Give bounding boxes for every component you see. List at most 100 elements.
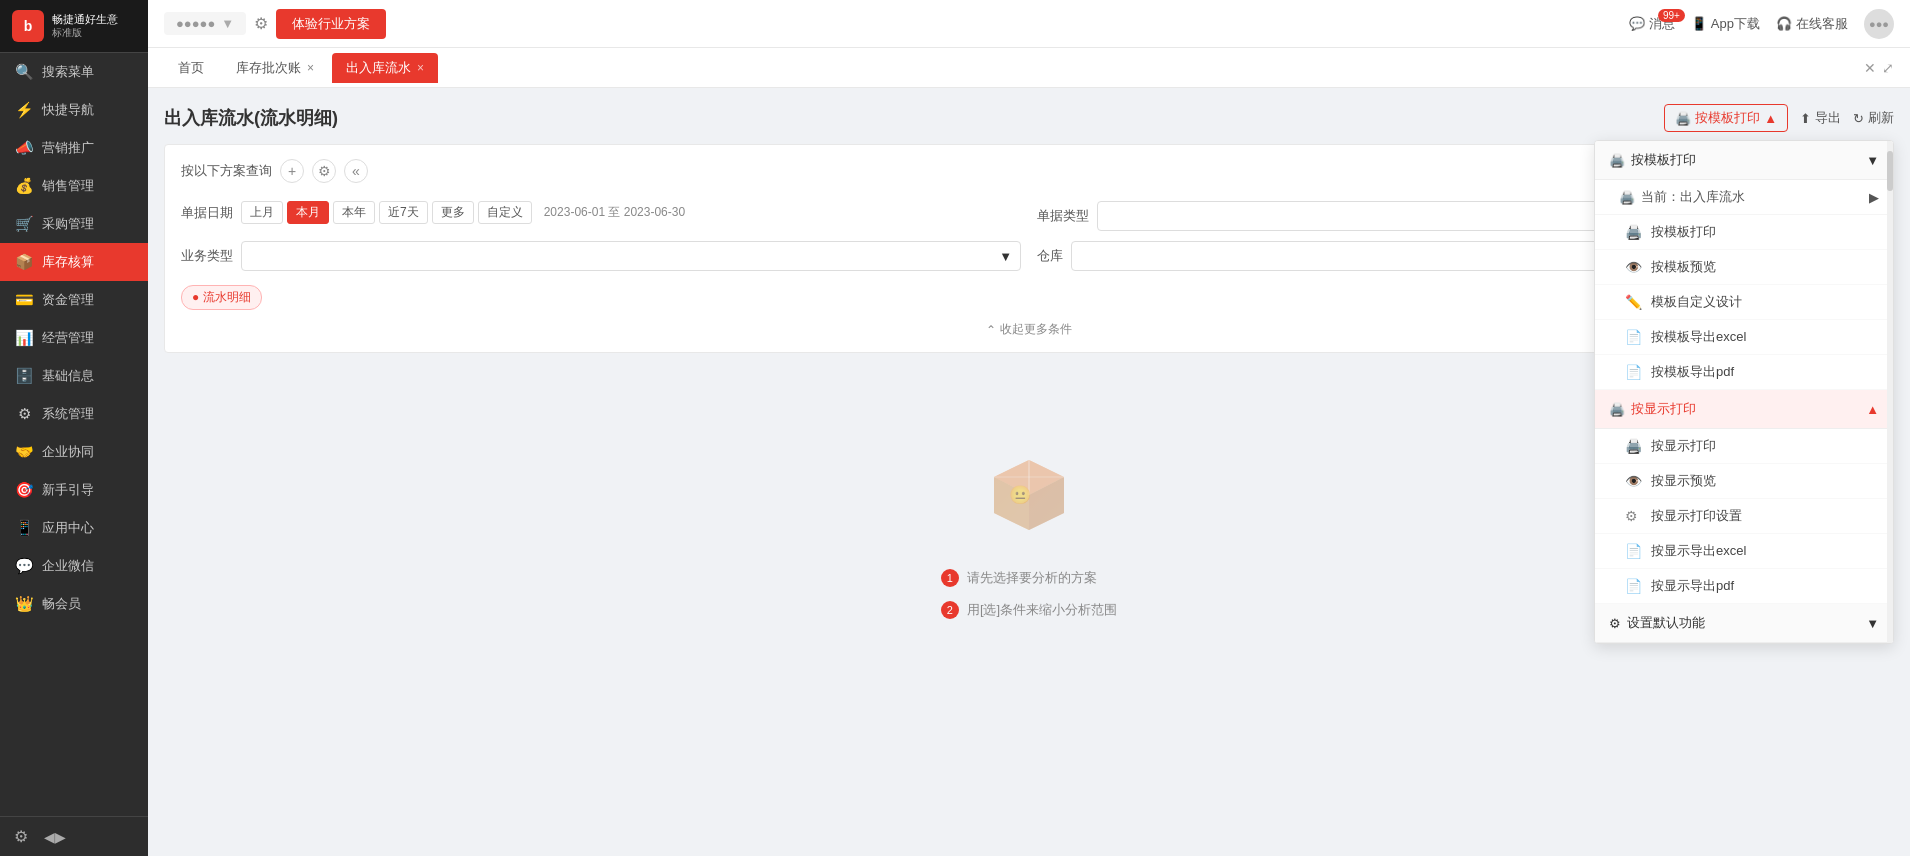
template-print-label: 按模板打印 (1695, 109, 1760, 127)
user-avatar[interactable]: ●●● (1864, 9, 1894, 39)
sidebar-item-marketing[interactable]: 📣 营销推广 (0, 129, 148, 167)
date-btn-7days[interactable]: 近7天 (379, 201, 428, 224)
display-export-excel-item[interactable]: 📄 按显示导出excel (1595, 534, 1893, 569)
dropdown-scrollbar-thumb[interactable] (1887, 151, 1893, 191)
page-actions: 🖨️ 按模板打印 ▲ ⬆ 导出 ↻ 刷新 (1664, 104, 1894, 132)
tab-stock-flow-close[interactable]: × (417, 61, 424, 75)
app-edition: 标准版 (52, 26, 118, 40)
template-export-excel-item[interactable]: 📄 按模板导出excel (1595, 320, 1893, 355)
filter-gear-btn[interactable]: ⚙ (312, 159, 336, 183)
display-print-item[interactable]: 🖨️ 按显示打印 (1595, 429, 1893, 464)
online-service-item[interactable]: 🎧 在线客服 (1776, 15, 1848, 33)
sidebar-item-sales[interactable]: 💰 销售管理 (0, 167, 148, 205)
sidebar-item-search[interactable]: 🔍 搜索菜单 (0, 53, 148, 91)
member-icon: 👑 (14, 595, 34, 613)
sidebar-item-guide[interactable]: 🎯 新手引导 (0, 471, 148, 509)
flow-detail-tag[interactable]: ● 流水明细 (181, 285, 262, 310)
date-btn-this-month[interactable]: 本月 (287, 201, 329, 224)
phone-icon: 📱 (1691, 16, 1707, 31)
sidebar-label-member: 畅会员 (42, 595, 81, 613)
collapse-more-label: 收起更多条件 (1000, 321, 1072, 338)
filter-add-btn[interactable]: + (280, 159, 304, 183)
topbar-user-area[interactable]: ●●●●● ▼ (164, 12, 246, 35)
template-preview-item-label: 按模板预览 (1651, 258, 1716, 276)
guide-icon: 🎯 (14, 481, 34, 499)
sidebar-item-appcenter[interactable]: 📱 应用中心 (0, 509, 148, 547)
finance-icon: 💳 (14, 291, 34, 309)
sidebar-item-collab[interactable]: 🤝 企业协同 (0, 433, 148, 471)
page-title: 出入库流水(流水明细) (164, 106, 338, 130)
sidebar-label-weixin: 企业微信 (42, 557, 94, 575)
date-btn-last-month[interactable]: 上月 (241, 201, 283, 224)
window-maximize-icon[interactable]: ⤢ (1882, 60, 1894, 76)
template-preview-item[interactable]: 👁️ 按模板预览 (1595, 250, 1893, 285)
sidebar-item-quicknav[interactable]: ⚡ 快捷导航 (0, 91, 148, 129)
export-btn[interactable]: ⬆ 导出 (1800, 109, 1841, 127)
template-export-excel-icon: 📄 (1625, 329, 1643, 345)
topbar-left: ●●●●● ▼ ⚙ 体验行业方案 (164, 9, 1617, 39)
message-badge-item[interactable]: 💬 消息 99+ (1629, 15, 1675, 33)
tip-item-1: 1 请先选择要分析的方案 (941, 565, 1117, 591)
sidebar-label-collab: 企业协同 (42, 443, 94, 461)
topbar-gear-icon[interactable]: ⚙ (254, 14, 268, 33)
template-print-section-label: 按模板打印 (1631, 151, 1696, 169)
export-label: 导出 (1815, 109, 1841, 127)
dropdown-scrollbar[interactable] (1887, 141, 1893, 643)
sidebar-label-operations: 经营管理 (42, 329, 94, 347)
tab-inventory-batch-close[interactable]: × (307, 61, 314, 75)
sidebar-item-weixin[interactable]: 💬 企业微信 (0, 547, 148, 585)
sidebar-item-finance[interactable]: 💳 资金管理 (0, 281, 148, 319)
sidebar-item-inventory[interactable]: 📦 库存核算 (0, 243, 148, 281)
date-btn-this-year[interactable]: 本年 (333, 201, 375, 224)
template-export-pdf-item[interactable]: 📄 按模板导出pdf (1595, 355, 1893, 390)
tab-stock-flow[interactable]: 出入库流水 × (332, 53, 438, 83)
window-close-icon[interactable]: ✕ (1864, 60, 1876, 76)
template-print-section-header[interactable]: 🖨️ 按模板打印 ▼ (1595, 141, 1893, 180)
sidebar-item-system[interactable]: ⚙ 系统管理 (0, 395, 148, 433)
template-preview-item-icon: 👁️ (1625, 259, 1643, 275)
sidebar-label-search: 搜索菜单 (42, 63, 94, 81)
date-btn-custom[interactable]: 自定义 (478, 201, 532, 224)
collab-icon: 🤝 (14, 443, 34, 461)
template-print-btn[interactable]: 🖨️ 按模板打印 ▲ (1664, 104, 1788, 132)
template-custom-item[interactable]: ✏️ 模板自定义设计 (1595, 285, 1893, 320)
display-export-pdf-item[interactable]: 📄 按显示导出pdf (1595, 569, 1893, 604)
marketing-icon: 📣 (14, 139, 34, 157)
date-btn-more[interactable]: 更多 (432, 201, 474, 224)
sidebar-item-operations[interactable]: 📊 经营管理 (0, 319, 148, 357)
sidebar-item-member[interactable]: 👑 畅会员 (0, 585, 148, 623)
template-export-excel-label: 按模板导出excel (1651, 328, 1746, 346)
filter-collapse-btn[interactable]: « (344, 159, 368, 183)
trial-btn[interactable]: 体验行业方案 (276, 9, 386, 39)
template-custom-item-label: 模板自定义设计 (1651, 293, 1742, 311)
display-preview-item[interactable]: 👁️ 按显示预览 (1595, 464, 1893, 499)
doc-type-label: 单据类型 (1037, 207, 1089, 225)
search-icon: 🔍 (14, 63, 34, 81)
tabbar: 首页 库存批次账 × 出入库流水 × ✕ ⤢ (148, 48, 1910, 88)
display-print-settings-item[interactable]: ⚙ 按显示打印设置 (1595, 499, 1893, 534)
tab-home[interactable]: 首页 (164, 53, 218, 83)
filter-label-row: 按以下方案查询 + ⚙ « (181, 159, 368, 183)
sidebar-label-system: 系统管理 (42, 405, 94, 423)
tab-inventory-batch[interactable]: 库存批次账 × (222, 53, 328, 83)
current-template-row[interactable]: 🖨️ 当前：出入库流水 ▶ (1595, 180, 1893, 215)
add-icon: + (288, 163, 296, 179)
display-print-section-header[interactable]: 🖨️ 按显示打印 ▲ (1595, 390, 1893, 429)
settings-gear-icon[interactable]: ⚙ (14, 827, 28, 846)
template-print-section-arrow: ▼ (1866, 153, 1879, 168)
sidebar-item-basicinfo[interactable]: 🗄️ 基础信息 (0, 357, 148, 395)
collapse-arrow-icon: « (352, 163, 360, 179)
biz-type-select[interactable]: ▼ (241, 241, 1021, 271)
date-filter-group: 单据日期 上月 本月 本年 近7天 更多 自定义 2023-06-01 至 20… (181, 201, 1021, 224)
app-download-item[interactable]: 📱 App下载 (1691, 15, 1760, 33)
operations-icon: 📊 (14, 329, 34, 347)
topbar-username: ●●●●● (176, 16, 215, 31)
sidebar-label-purchase: 采购管理 (42, 215, 94, 233)
sidebar-label-sales: 销售管理 (42, 177, 94, 195)
set-default-arrow: ▼ (1866, 616, 1879, 631)
sidebar-item-purchase[interactable]: 🛒 采购管理 (0, 205, 148, 243)
sidebar-collapse-icon[interactable]: ◀▶ (44, 829, 66, 845)
template-print-item[interactable]: 🖨️ 按模板打印 (1595, 215, 1893, 250)
refresh-btn[interactable]: ↻ 刷新 (1853, 109, 1894, 127)
set-default-section-header[interactable]: ⚙ 设置默认功能 ▼ (1595, 604, 1893, 643)
